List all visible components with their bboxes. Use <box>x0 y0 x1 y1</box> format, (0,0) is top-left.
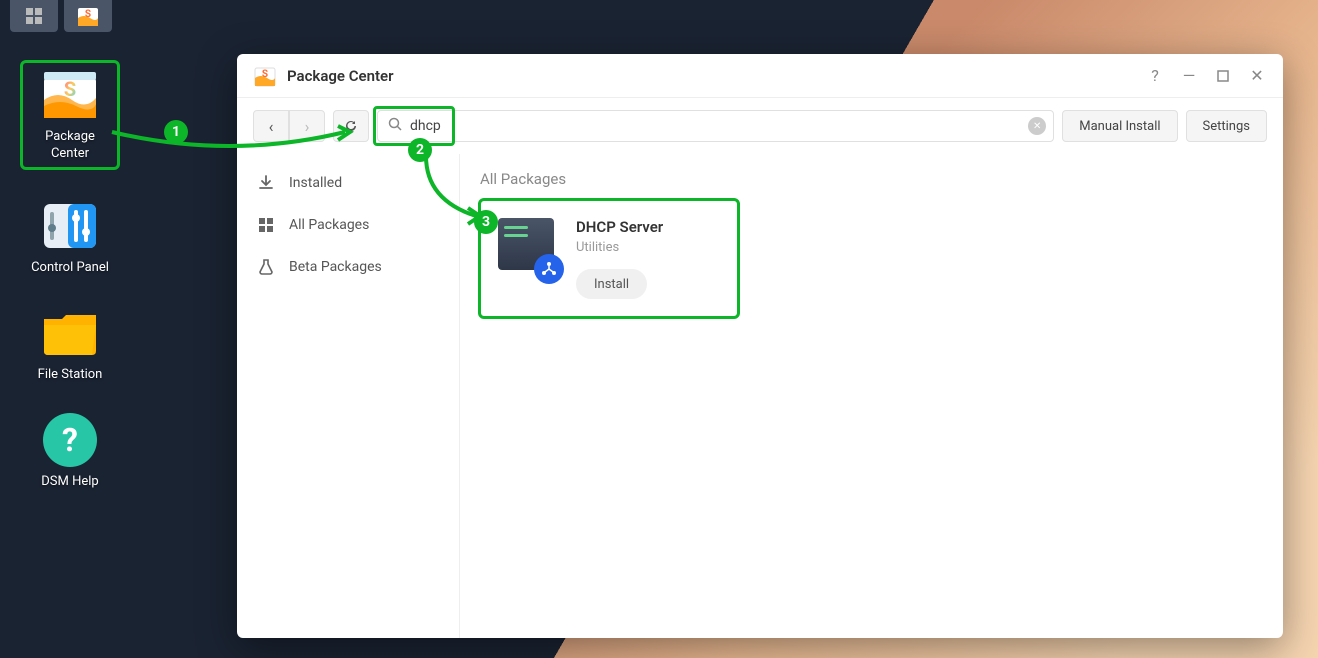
search-clear-button[interactable]: ✕ <box>1028 117 1046 135</box>
package-center-icon: S <box>40 70 100 120</box>
close-button[interactable]: ✕ <box>1247 66 1267 86</box>
minimize-button[interactable]: — <box>1179 66 1199 86</box>
refresh-button[interactable] <box>333 110 369 142</box>
desktop-icon-file-station[interactable]: File Station <box>20 305 120 384</box>
settings-button[interactable]: Settings <box>1186 110 1267 142</box>
svg-text:S: S <box>85 9 91 20</box>
package-name: DHCP Server <box>576 218 663 236</box>
sidebar-item-installed[interactable]: Installed <box>237 162 459 204</box>
desktop-icons: S Package Center Control Panel <box>20 60 120 490</box>
package-center-window: S Package Center ? — ✕ ‹ › ✕ Manual <box>237 54 1283 638</box>
section-heading: All Packages <box>480 170 1263 188</box>
package-card-dhcp-server[interactable]: DHCP Server Utilities Install <box>480 200 738 317</box>
close-icon: ✕ <box>1033 121 1041 132</box>
toolbar: ‹ › ✕ Manual Install Settings <box>237 98 1283 154</box>
desktop-icon-label: File Station <box>38 367 103 384</box>
nav-back-button[interactable]: ‹ <box>253 110 289 142</box>
minimize-icon: — <box>1183 66 1196 85</box>
annotation-badge-3: 3 <box>474 210 498 234</box>
annotation-badge-1: 1 <box>164 120 188 144</box>
desktop-icon-dsm-help[interactable]: ? DSM Help <box>20 412 120 491</box>
install-button[interactable]: Install <box>576 269 647 299</box>
sidebar-item-label: Beta Packages <box>289 259 382 275</box>
network-badge-icon <box>534 254 564 284</box>
package-center-icon: S <box>76 4 100 28</box>
help-icon: ? <box>1151 66 1159 85</box>
svg-text:S: S <box>262 69 268 80</box>
sidebar-item-beta-packages[interactable]: Beta Packages <box>237 246 459 288</box>
close-icon: ✕ <box>1250 66 1263 85</box>
main-menu-button[interactable] <box>10 0 58 32</box>
manual-install-button[interactable]: Manual Install <box>1062 110 1177 142</box>
taskbar: S <box>0 0 1318 36</box>
chevron-right-icon: › <box>305 117 310 136</box>
desktop-icon-package-center[interactable]: S Package Center <box>20 60 120 170</box>
search-box[interactable] <box>377 110 1054 142</box>
sidebar-item-label: All Packages <box>289 217 369 233</box>
main-content: All Packages DHCP Server Utilities Insta… <box>459 154 1283 638</box>
maximize-icon <box>1217 70 1229 82</box>
desktop-icon-label: DSM Help <box>41 474 98 491</box>
download-icon <box>257 174 275 192</box>
nav-forward-button[interactable]: › <box>289 110 325 142</box>
window-titlebar[interactable]: S Package Center ? — ✕ <box>237 54 1283 98</box>
help-button[interactable]: ? <box>1145 66 1165 86</box>
beta-icon <box>257 258 275 276</box>
window-title: Package Center <box>287 67 1145 85</box>
refresh-icon <box>343 118 359 134</box>
package-center-icon: S <box>253 64 277 88</box>
desktop-icon-label: Package Center <box>45 129 95 163</box>
grid-icon <box>257 216 275 234</box>
annotation-badge-2: 2 <box>408 138 432 162</box>
package-category: Utilities <box>576 240 663 255</box>
help-icon: ? <box>41 411 99 469</box>
search-icon <box>388 117 402 135</box>
folder-icon <box>38 307 102 359</box>
desktop-icon-label: Control Panel <box>31 260 109 277</box>
search-input[interactable] <box>410 118 1023 134</box>
taskbar-package-center[interactable]: S <box>64 0 112 32</box>
svg-text:?: ? <box>62 421 78 459</box>
sidebar-item-label: Installed <box>289 175 342 191</box>
maximize-button[interactable] <box>1213 66 1233 86</box>
sidebar: Installed All Packages Beta Packages <box>237 154 459 638</box>
sidebar-item-all-packages[interactable]: All Packages <box>237 204 459 246</box>
chevron-left-icon: ‹ <box>269 117 274 136</box>
control-panel-icon <box>38 200 102 252</box>
desktop-icon-control-panel[interactable]: Control Panel <box>20 198 120 277</box>
svg-text:S: S <box>64 77 76 101</box>
grid-icon <box>24 6 44 26</box>
package-icon <box>498 218 560 280</box>
